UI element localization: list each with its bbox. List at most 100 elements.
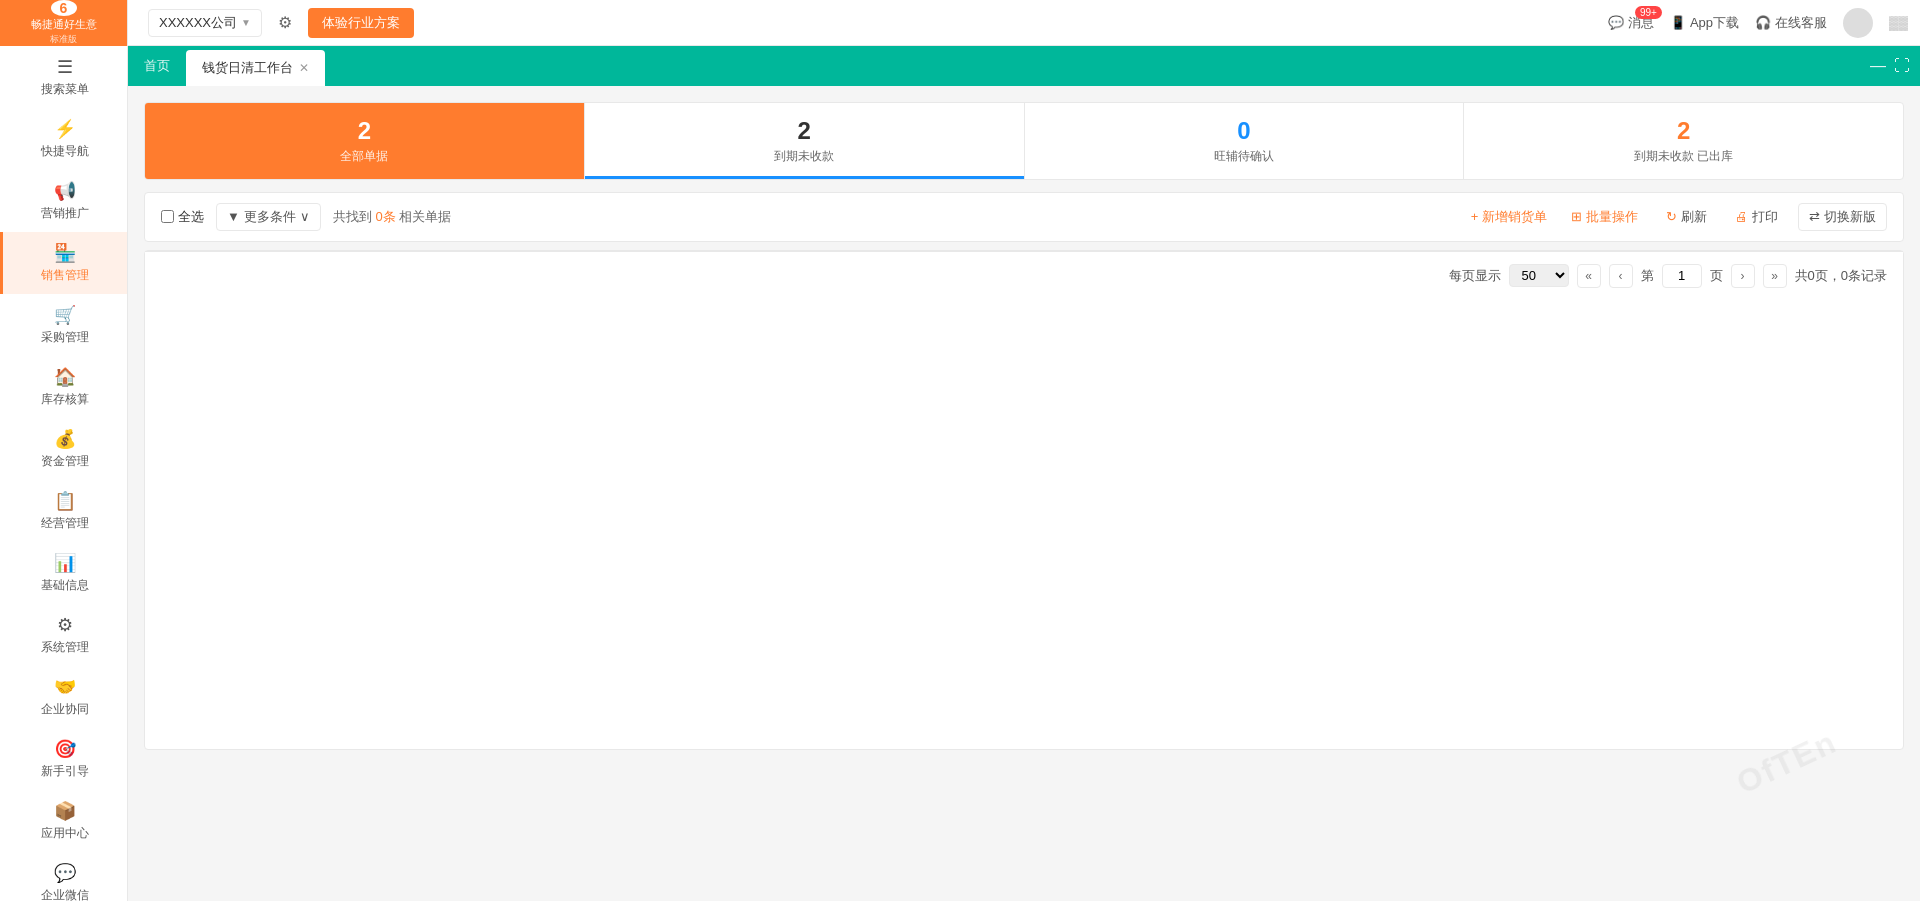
filter-button[interactable]: ▼ 更多条件 ∨ [216,203,321,231]
logo-sub: 标准版 [50,33,77,46]
select-all-input[interactable] [161,210,174,223]
sidebar-item-label-wechat: 企业微信 [41,887,89,901]
sidebar-item-label-search: 搜索菜单 [41,81,89,98]
per-page-select[interactable]: 50 100 200 [1509,264,1569,287]
sidebar-item-purchase[interactable]: 🛒 采购管理 [0,294,127,356]
sidebar-item-system[interactable]: ⚙ 系统管理 [0,604,127,666]
system-icon: ⚙ [57,614,73,636]
marketing-icon: 📢 [54,180,76,202]
sidebar-item-label-marketing: 营销推广 [41,205,89,222]
sidebar: 6 畅捷通好生意 标准版 ☰ 搜索菜单 ⚡ 快捷导航 📢 营销推广 🏪 销售管理… [0,0,128,901]
sidebar-item-label-quick-nav: 快捷导航 [41,143,89,160]
company-name: XXXXXX公司 [159,14,237,32]
search-icon: ☰ [57,56,73,78]
per-page-label: 每页显示 [1449,267,1501,285]
pagination-bar: 每页显示 50 100 200 « ‹ 第 页 › » 共0页，0条记录 [145,251,1903,300]
window-minimize-icon[interactable]: — [1870,57,1886,75]
card-overdue[interactable]: 2 到期未收款 [585,103,1025,179]
sidebar-item-operations[interactable]: 📋 经营管理 [0,480,127,542]
tab-home-label: 首页 [144,57,170,75]
sidebar-item-label-enterprise: 企业协同 [41,701,89,718]
batch-icon: ⊞ [1571,209,1582,224]
prev-page-button[interactable]: ‹ [1609,264,1633,288]
user-avatar[interactable] [1843,8,1873,38]
card-all[interactable]: 2 全部单据 [145,103,585,179]
inventory-icon: 🏠 [54,366,76,388]
top-bar: XXXXXX公司 ▼ ⚙ 体验行业方案 💬 消息 99 📱 App下载 🎧 在线… [128,0,1920,46]
refresh-button[interactable]: ↻ 刷新 [1658,204,1715,230]
sidebar-item-app-center[interactable]: 📦 应用中心 [0,790,127,852]
settings-button[interactable]: ⚙ [270,8,300,38]
sidebar-item-inventory[interactable]: 🏠 库存核算 [0,356,127,418]
add-sale-order-button[interactable]: + 新增销货单 [1467,204,1551,230]
main-content: 2 全部单据 2 到期未收款 0 旺辅待确认 2 到期未收款 已出库 全选 ▼ … [128,86,1920,901]
sidebar-item-marketing[interactable]: 📢 营销推广 [0,170,127,232]
sidebar-logo: 6 畅捷通好生意 标准版 [0,0,127,46]
tab-workbench[interactable]: 钱货日清工作台 ✕ [186,50,325,86]
sidebar-item-label-purchase: 采购管理 [41,329,89,346]
message-icon: 💬 [1608,15,1624,30]
online-service-item[interactable]: 🎧 在线客服 [1755,14,1827,32]
print-icon: 🖨 [1735,209,1748,224]
print-button[interactable]: 🖨 打印 [1727,204,1786,230]
window-maximize-icon[interactable]: ⛶ [1894,57,1910,75]
card-pending-label: 旺辅待确认 [1045,148,1444,165]
phone-icon: 📱 [1670,15,1686,30]
page-input[interactable] [1662,264,1702,288]
tab-workbench-label: 钱货日清工作台 [202,59,293,77]
tab-close-icon[interactable]: ✕ [299,61,309,75]
chevron-down-icon: ▼ [241,17,251,28]
user-name-item[interactable]: ▓▓ [1889,15,1908,30]
headset-icon: 🎧 [1755,15,1771,30]
select-all-checkbox[interactable]: 全选 [161,208,204,226]
page-suffix: 页 [1710,267,1723,285]
company-selector[interactable]: XXXXXX公司 ▼ [148,9,262,37]
summary-cards: 2 全部单据 2 到期未收款 0 旺辅待确认 2 到期未收款 已出库 [144,102,1904,180]
select-all-label: 全选 [178,208,204,226]
sidebar-item-search[interactable]: ☰ 搜索菜单 [0,46,127,108]
enterprise-icon: 🤝 [54,676,76,698]
card-overdue-shipped-label: 到期未收款 已出库 [1484,148,1883,165]
filter-icon: ▼ [227,209,240,224]
app-download-item[interactable]: 📱 App下载 [1670,14,1739,32]
sidebar-item-label-app-center: 应用中心 [41,825,89,842]
basic-info-icon: 📊 [54,552,76,574]
first-page-button[interactable]: « [1577,264,1601,288]
sidebar-item-guide[interactable]: 🎯 新手引导 [0,728,127,790]
batch-operation-button[interactable]: ⊞ 批量操作 [1563,204,1646,230]
next-page-button[interactable]: › [1731,264,1755,288]
app-download-label: App下载 [1690,14,1739,32]
sidebar-item-enterprise[interactable]: 🤝 企业协同 [0,666,127,728]
card-pending[interactable]: 0 旺辅待确认 [1025,103,1465,179]
card-overdue-label: 到期未收款 [605,148,1004,165]
switch-icon: ⇄ [1809,209,1820,224]
app-center-icon: 📦 [54,800,76,822]
experience-button[interactable]: 体验行业方案 [308,8,414,38]
finance-icon: 💰 [54,428,76,450]
sidebar-item-label-operations: 经营管理 [41,515,89,532]
logo-icon: 6 [51,0,77,16]
toolbar-right: + 新增销货单 ⊞ 批量操作 ↻ 刷新 🖨 打印 ⇄ 切换新版 [1467,203,1887,231]
switch-new-version-button[interactable]: ⇄ 切换新版 [1798,203,1887,231]
sidebar-item-quick-nav[interactable]: ⚡ 快捷导航 [0,108,127,170]
page-label: 第 [1641,267,1654,285]
sidebar-item-label-inventory: 库存核算 [41,391,89,408]
sales-icon: 🏪 [54,242,76,264]
card-all-label: 全部单据 [165,148,564,165]
toolbar: 全选 ▼ 更多条件 ∨ 共找到 0条 相关单据 + 新增销货单 ⊞ 批量操作 ↻… [144,192,1904,242]
sidebar-item-label-guide: 新手引导 [41,763,89,780]
sidebar-item-basic-info[interactable]: 📊 基础信息 [0,542,127,604]
table-area: 每页显示 50 100 200 « ‹ 第 页 › » 共0页，0条记录 [144,250,1904,750]
refresh-icon: ↻ [1666,209,1677,224]
tab-home[interactable]: 首页 [128,46,186,86]
tabs-window-controls: — ⛶ [1870,46,1920,86]
last-page-button[interactable]: » [1763,264,1787,288]
card-pending-number: 0 [1045,117,1444,146]
sidebar-item-finance[interactable]: 💰 资金管理 [0,418,127,480]
message-item[interactable]: 💬 消息 99 [1608,14,1654,32]
sidebar-item-sales[interactable]: 🏪 销售管理 [0,232,127,294]
found-count: 0条 [376,209,396,224]
card-all-number: 2 [165,117,564,146]
card-overdue-shipped[interactable]: 2 到期未收款 已出库 [1464,103,1903,179]
sidebar-item-wechat[interactable]: 💬 企业微信 [0,852,127,901]
